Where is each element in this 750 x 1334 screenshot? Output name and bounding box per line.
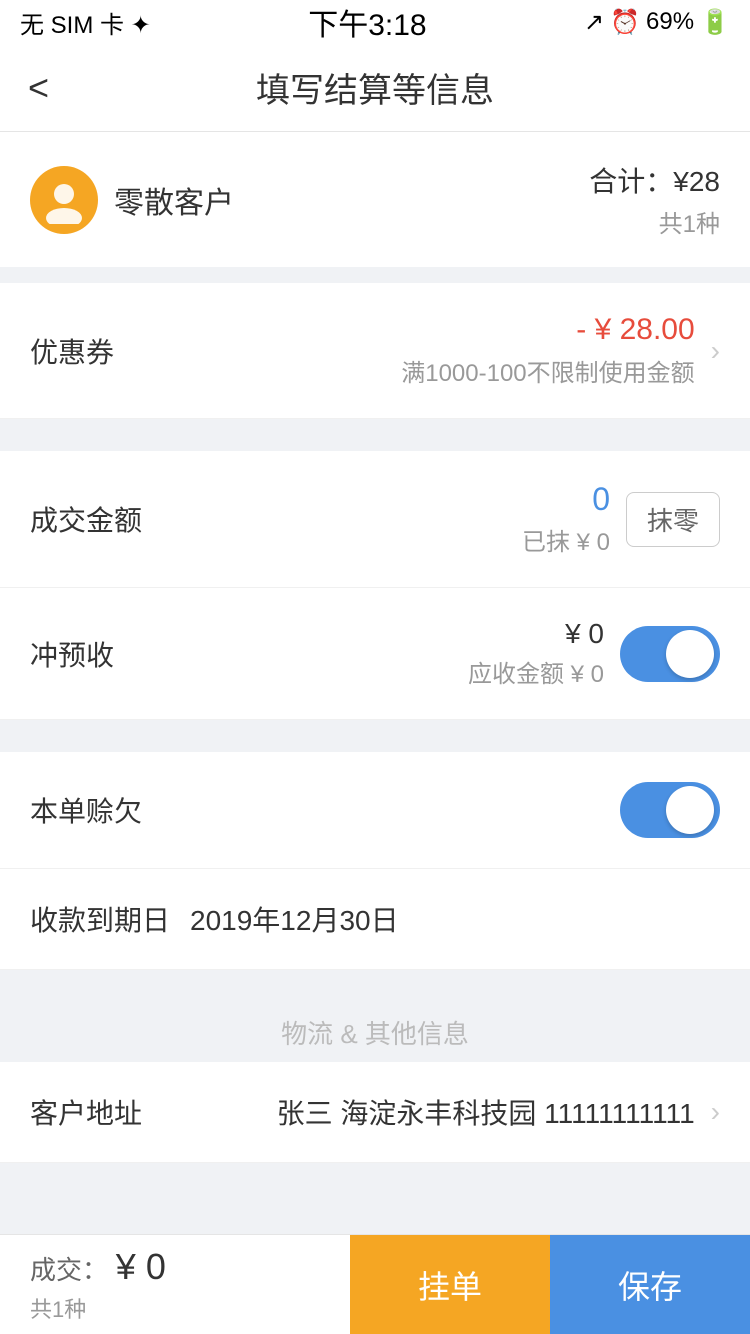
divider-3 [0, 986, 750, 1002]
logistics-separator: 物流 & 其他信息 [0, 1002, 750, 1062]
prepayment-row: 冲预收 ¥ 0 应收金额 ¥ 0 [0, 588, 750, 720]
bottom-count: 共1种 [30, 1292, 320, 1324]
deal-amount-value: 0 [522, 481, 610, 518]
coupon-right: - ¥ 28.00 满1000-100不限制使用金额 › [401, 313, 720, 388]
prepayment-label: 冲预收 [30, 634, 114, 674]
bottom-deal-label: 成交： [30, 1255, 108, 1285]
bottom-bar: 成交： ¥ 0 共1种 挂单 保存 [0, 1234, 750, 1334]
coupon-section: 优惠券 - ¥ 28.00 满1000-100不限制使用金额 › [0, 283, 750, 419]
coupon-value-block: - ¥ 28.00 满1000-100不限制使用金额 [401, 313, 694, 388]
credit-row: 本单赊欠 [0, 752, 750, 869]
status-right: ↗ ⏰ 69% 🔋 [584, 8, 730, 37]
alarm-icon: ⏰ [610, 8, 640, 37]
customer-total: 合计：¥28 [589, 160, 720, 200]
status-left: 无 SIM 卡 ✦ [20, 5, 151, 40]
due-date-value: 2019年12月30日 [190, 899, 399, 939]
coupon-amount: - ¥ 28.00 [401, 313, 694, 347]
pending-button[interactable]: 挂单 [350, 1235, 550, 1334]
deal-amount-value-block: 0 已抹 ¥ 0 [522, 481, 610, 557]
save-button[interactable]: 保存 [550, 1235, 750, 1334]
address-right: 张三 海淀永丰科技园 11111111111 › [277, 1092, 720, 1132]
status-bar: 无 SIM 卡 ✦ 下午3:18 ↗ ⏰ 69% 🔋 [0, 0, 750, 44]
credit-label: 本单赊欠 [30, 790, 142, 830]
avatar [30, 166, 98, 234]
customer-name: 零散客户 [114, 178, 234, 222]
round-zero-button[interactable]: 抹零 [626, 492, 720, 547]
prepayment-should: 应收金额 ¥ 0 [468, 654, 604, 689]
credit-toggle[interactable] [620, 782, 720, 838]
due-date-row: 收款到期日 2019年12月30日 [0, 869, 750, 970]
sim-label: 无 SIM 卡 ✦ [20, 5, 151, 40]
page-title: 填写结算等信息 [256, 63, 494, 112]
deal-amount-label: 成交金额 [30, 499, 142, 539]
address-section: 客户地址 张三 海淀永丰科技园 11111111111 › [0, 1062, 750, 1163]
logistics-label: 物流 & 其他信息 [281, 1014, 469, 1051]
prepayment-right: ¥ 0 应收金额 ¥ 0 [468, 618, 720, 689]
customer-right: 合计：¥28 共1种 [589, 160, 720, 239]
customer-row: 零散客户 合计：¥28 共1种 [0, 132, 750, 267]
address-row[interactable]: 客户地址 张三 海淀永丰科技园 11111111111 › [0, 1062, 750, 1163]
divider-2 [0, 736, 750, 752]
credit-right [620, 782, 720, 838]
address-label: 客户地址 [30, 1092, 142, 1132]
due-date-label: 收款到期日 [30, 899, 170, 939]
toggle-knob [666, 630, 714, 678]
coupon-label: 优惠券 [30, 331, 114, 371]
customer-count: 共1种 [589, 204, 720, 239]
deal-amount-section: 成交金额 0 已抹 ¥ 0 抹零 冲预收 ¥ 0 应收金额 ¥ 0 [0, 451, 750, 720]
coupon-row[interactable]: 优惠券 - ¥ 28.00 满1000-100不限制使用金额 › [0, 283, 750, 419]
battery-label: 69% [646, 8, 694, 36]
chevron-right-icon: › [711, 335, 720, 367]
back-button[interactable]: < [28, 67, 49, 109]
credit-toggle-knob [666, 786, 714, 834]
divider-1 [0, 435, 750, 451]
battery-icon: 🔋 [700, 8, 730, 37]
nav-bar: < 填写结算等信息 [0, 44, 750, 132]
deal-amount-sub: 已抹 ¥ 0 [522, 522, 610, 557]
coupon-desc: 满1000-100不限制使用金额 [401, 353, 694, 388]
credit-section: 本单赊欠 收款到期日 2019年12月30日 [0, 752, 750, 970]
address-chevron-icon: › [711, 1096, 720, 1128]
bottom-deal-row: 成交： ¥ 0 [30, 1246, 320, 1288]
status-time: 下午3:18 [308, 0, 426, 44]
prepayment-toggle[interactable] [620, 626, 720, 682]
prepayment-amount: ¥ 0 [468, 618, 604, 650]
customer-left: 零散客户 [30, 166, 234, 234]
bottom-info: 成交： ¥ 0 共1种 [0, 1246, 350, 1324]
bottom-buttons: 挂单 保存 [350, 1235, 750, 1334]
main-content: 零散客户 合计：¥28 共1种 优惠券 - ¥ 28.00 满1000-100不… [0, 132, 750, 1299]
address-value: 张三 海淀永丰科技园 11111111111 [277, 1092, 695, 1132]
location-icon: ↗ [584, 8, 604, 37]
deal-amount-right: 0 已抹 ¥ 0 抹零 [522, 481, 720, 557]
prepayment-value-block: ¥ 0 应收金额 ¥ 0 [468, 618, 604, 689]
bottom-amount: ¥ 0 [116, 1246, 166, 1287]
deal-amount-row: 成交金额 0 已抹 ¥ 0 抹零 [0, 451, 750, 588]
customer-section: 零散客户 合计：¥28 共1种 [0, 132, 750, 267]
